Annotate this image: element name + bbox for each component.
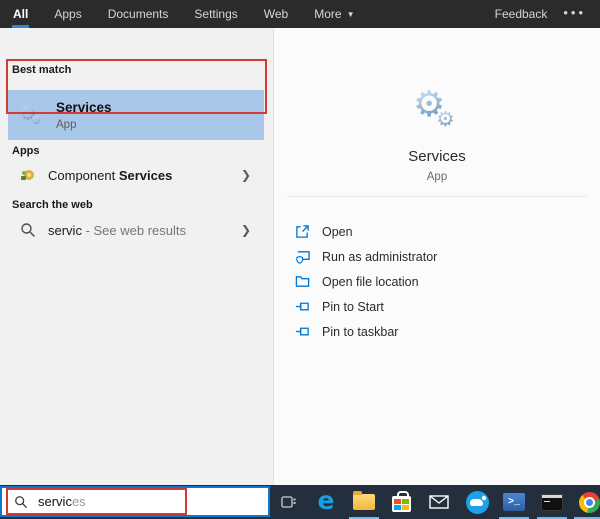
result-label: Component Services [48, 168, 172, 183]
mail-icon [429, 494, 449, 510]
overflow-menu-button[interactable]: ••• [561, 5, 600, 24]
search-typed-text: servic [38, 494, 72, 509]
pin-icon [295, 324, 310, 339]
taskbar: services e >_ [0, 485, 600, 519]
search-results-panel: Best match ⚙⚙ Services App Apps Componen… [0, 28, 273, 485]
action-pin-to-start[interactable]: Pin to Start [274, 294, 600, 319]
taskbar-cmd-button[interactable] [534, 485, 570, 519]
taskbar-store-button[interactable] [383, 485, 419, 519]
search-icon [14, 495, 28, 509]
powershell-icon: >_ [503, 493, 525, 511]
action-label: Pin to taskbar [322, 325, 398, 339]
pin-icon [295, 299, 310, 314]
best-match-header: Best match [12, 64, 273, 76]
services-gears-icon: ⚙⚙ [18, 100, 48, 130]
result-detail-panel: ⚙⚙ Services App Open Run as administrato… [273, 28, 600, 485]
web-section-header: Search the web [12, 199, 273, 211]
tab-more[interactable]: More ▼ [301, 0, 367, 28]
action-run-as-administrator[interactable]: Run as administrator [274, 244, 600, 269]
action-label: Open [322, 225, 353, 239]
action-pin-to-taskbar[interactable]: Pin to taskbar [274, 319, 600, 344]
tab-web[interactable]: Web [251, 0, 301, 28]
result-label: servic - See web results [48, 223, 186, 238]
microsoft-store-icon [392, 496, 411, 512]
chevron-down-icon: ▼ [347, 10, 355, 19]
command-prompt-icon [541, 494, 563, 511]
result-component-services[interactable]: Component Services ❯ [0, 161, 273, 189]
tab-documents-label: Documents [108, 7, 169, 21]
web-query-text: servic [48, 223, 82, 238]
action-open-file-location[interactable]: Open file location [274, 269, 600, 294]
tab-apps-label: Apps [54, 7, 81, 21]
search-filter-tabs: All Apps Documents Settings Web More ▼ F… [0, 0, 600, 28]
action-label: Open file location [322, 275, 419, 289]
action-label: Run as administrator [322, 250, 437, 264]
taskbar-file-explorer-button[interactable] [346, 485, 382, 519]
folder-icon [295, 274, 310, 289]
taskbar-edge-button[interactable]: e [308, 485, 344, 519]
tab-web-label: Web [264, 7, 288, 21]
detail-title: Services [274, 148, 600, 165]
blue-circle-app-icon [466, 491, 489, 514]
web-suffix-text: - See web results [82, 223, 186, 238]
taskbar-powershell-button[interactable]: >_ [496, 485, 532, 519]
tab-more-label: More [314, 7, 341, 21]
result-text-prefix: Component [48, 168, 119, 183]
best-match-result-services[interactable]: ⚙⚙ Services App [8, 90, 264, 140]
result-web-search[interactable]: servic - See web results ❯ [0, 216, 273, 244]
search-autocomplete-text: es [72, 494, 86, 509]
apps-section-header: Apps [12, 145, 273, 157]
feedback-button[interactable]: Feedback [481, 7, 562, 21]
chevron-right-icon[interactable]: ❯ [241, 168, 251, 182]
file-explorer-icon [353, 494, 375, 510]
search-input[interactable]: services [0, 486, 270, 517]
tab-apps[interactable]: Apps [41, 0, 94, 28]
component-services-icon [20, 167, 36, 183]
tab-documents[interactable]: Documents [95, 0, 182, 28]
taskbar-mail-button[interactable] [421, 485, 457, 519]
action-label: Pin to Start [322, 300, 384, 314]
shield-icon [295, 249, 310, 264]
tab-settings-label: Settings [194, 7, 237, 21]
divider [287, 196, 587, 197]
taskbar-blue-circle-app-button[interactable] [459, 485, 495, 519]
action-open[interactable]: Open [274, 219, 600, 244]
tab-settings[interactable]: Settings [181, 0, 250, 28]
best-match-title: Services [56, 100, 112, 115]
result-text-match: Services [119, 168, 173, 183]
search-input-text: services [38, 494, 86, 509]
open-icon [295, 224, 310, 239]
best-match-subtitle: App [56, 119, 112, 131]
detail-subtitle: App [274, 171, 600, 183]
chrome-icon [579, 492, 600, 513]
chevron-right-icon[interactable]: ❯ [241, 223, 251, 237]
services-gears-icon: ⚙⚙ [411, 86, 463, 136]
task-view-icon [280, 494, 298, 510]
tab-all[interactable]: All [0, 0, 41, 28]
search-icon [20, 222, 36, 238]
edge-icon: e [318, 488, 335, 513]
task-view-button[interactable] [271, 485, 307, 519]
tab-all-label: All [13, 7, 28, 21]
taskbar-chrome-button[interactable] [571, 485, 600, 519]
